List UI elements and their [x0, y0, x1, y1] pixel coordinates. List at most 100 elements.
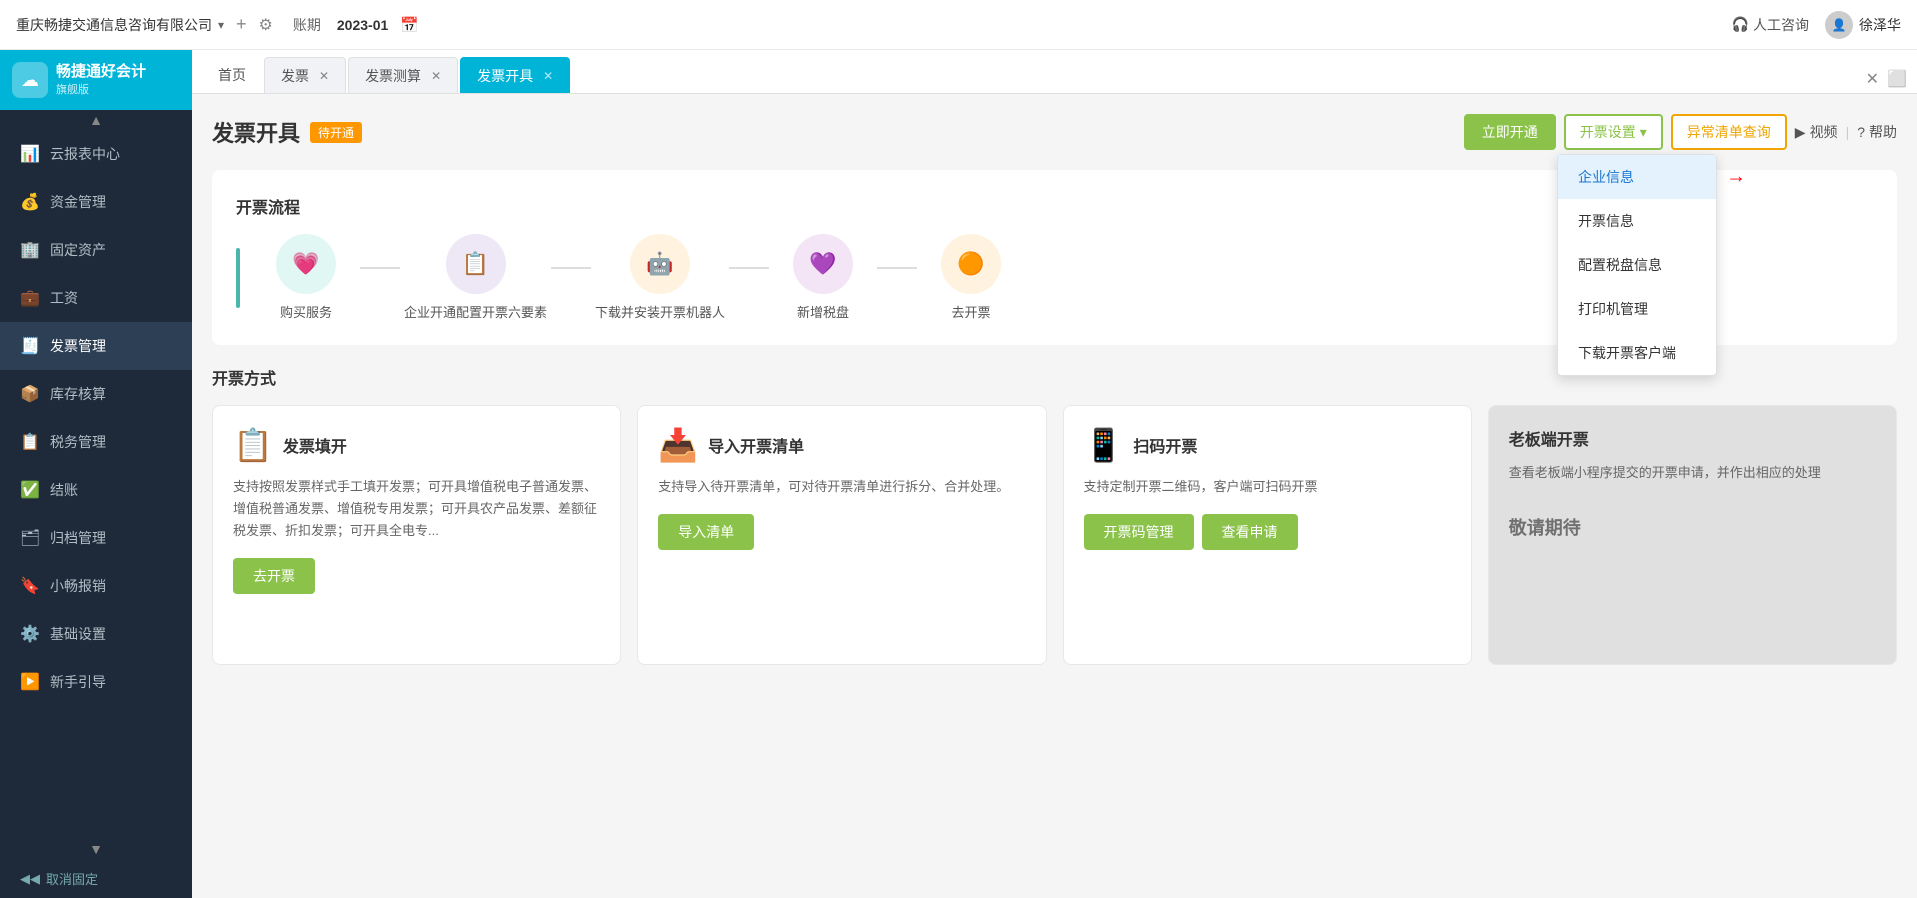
- card-header-boss: 老板端开票: [1509, 426, 1876, 450]
- page-area: 发票开具 待开通 立即开通 开票设置 ▾ 异常清单查询 ▶ 视频 |: [192, 94, 1917, 898]
- user-info[interactable]: 👤 徐泽华: [1825, 11, 1901, 39]
- close-fapiao-icon[interactable]: ✕: [319, 69, 329, 83]
- dropdown-item-qiyeinfo[interactable]: 企业信息 →: [1558, 155, 1716, 199]
- play-circle-icon: ▶: [1795, 124, 1806, 141]
- sidebar-label-guidang: 归档管理: [50, 528, 106, 548]
- sidebar-label-jiezhang: 结账: [50, 480, 78, 500]
- gear-icon: ⚙️: [20, 624, 40, 644]
- card-header-fill: 📋 发票填开: [233, 426, 600, 464]
- sidebar-item-shuiwu[interactable]: 📋 税务管理: [0, 418, 192, 466]
- billing-section: 开票方式 📋 发票填开 支持按照发票样式手工填开发票；可开具增值税电子普通发票、…: [212, 365, 1897, 665]
- anomaly-button[interactable]: 异常清单查询: [1671, 114, 1787, 150]
- user-name: 徐泽华: [1859, 15, 1901, 35]
- method-card-import: 📥 导入开票清单 支持导入待开票清单，可对待开票清单进行拆分、合并处理。 导入清…: [637, 405, 1046, 665]
- sidebar-item-kucun[interactable]: 📦 库存核算: [0, 370, 192, 418]
- dropdown-item-xiazai[interactable]: 下载开票客户端: [1558, 331, 1716, 375]
- scan-view-button[interactable]: 查看申请: [1202, 514, 1298, 550]
- period-label: 账期: [293, 15, 321, 35]
- tab-bar-right: ✕ ⬜: [1866, 69, 1907, 93]
- add-company-icon[interactable]: +: [236, 14, 247, 35]
- step3-icon: 🤖: [630, 234, 690, 294]
- boss-title: 老板端开票: [1509, 426, 1589, 450]
- help-button[interactable]: ? 帮助: [1857, 122, 1897, 142]
- sidebar-item-gudingzichan[interactable]: 🏢 固定资产: [0, 226, 192, 274]
- boss-desc: 查看老板端小程序提交的开票申请，并作出相应的处理: [1509, 462, 1876, 484]
- sidebar-label-fapiao: 发票管理: [50, 336, 106, 356]
- folder-icon: 🗂: [20, 528, 40, 548]
- sidebar-scroll-down[interactable]: ▼: [0, 839, 192, 859]
- sidebar-label-zijin: 资金管理: [50, 192, 106, 212]
- consult-button[interactable]: 🎧 人工咨询: [1732, 15, 1809, 35]
- import-button[interactable]: 导入清单: [658, 514, 754, 550]
- cancel-pin-button[interactable]: ◀◀ 取消固定: [0, 859, 192, 898]
- period-value: 2023-01: [337, 17, 388, 33]
- process-step-2: 📋 企业开通配置开票六要素: [404, 234, 547, 321]
- method-card-fill: 📋 发票填开 支持按照发票样式手工填开发票；可开具增值税电子普通发票、增值税普通…: [212, 405, 621, 665]
- close-cesuan-icon[interactable]: ✕: [431, 69, 441, 83]
- dropdown-item-dayinji[interactable]: 打印机管理: [1558, 287, 1716, 331]
- chevron-down-icon: ▾: [218, 18, 224, 32]
- sidebar-item-jichushezhi[interactable]: ⚙️ 基础设置: [0, 610, 192, 658]
- activate-button[interactable]: 立即开通: [1464, 114, 1556, 150]
- card-header-scan: 📱 扫码开票: [1084, 426, 1451, 464]
- sidebar-item-zijin[interactable]: 💰 资金管理: [0, 178, 192, 226]
- check-icon: ✅: [20, 480, 40, 500]
- building-icon: 🏢: [20, 240, 40, 260]
- tab-bar: 首页 发票 ✕ 发票测算 ✕ 发票开具 ✕ ✕ ⬜: [192, 50, 1917, 94]
- sidebar-scroll-up[interactable]: ▲: [0, 110, 192, 130]
- play-icon: ▶️: [20, 672, 40, 692]
- company-selector[interactable]: 重庆畅捷交通信息咨询有限公司 ▾: [16, 15, 224, 35]
- process-step-3: 🤖 下载并安装开票机器人: [595, 234, 725, 321]
- method-card-boss: 老板端开票 查看老板端小程序提交的开票申请，并作出相应的处理 敬请期待: [1488, 405, 1897, 665]
- pin-icon: ◀◀: [20, 871, 40, 887]
- sidebar-label-shuiwu: 税务管理: [50, 432, 106, 452]
- step-separator-3: [729, 267, 769, 269]
- tab-fapiao[interactable]: 发票 ✕: [264, 57, 346, 93]
- tab-kaiju[interactable]: 发票开具 ✕: [460, 57, 570, 93]
- receipt-icon: 🧾: [20, 336, 40, 356]
- chart-icon: 📊: [20, 144, 40, 164]
- sidebar-item-guidang[interactable]: 🗂 归档管理: [0, 514, 192, 562]
- maximize-icon[interactable]: ⬜: [1887, 69, 1907, 89]
- process-step-4: 💜 新增税盘: [773, 234, 873, 321]
- sidebar-item-fapiao[interactable]: 🧾 发票管理: [0, 322, 192, 370]
- scan-qr-button[interactable]: 开票码管理: [1084, 514, 1194, 550]
- process-step-1: 💗 购买服务: [256, 234, 356, 321]
- import-icon: 📥: [658, 426, 698, 464]
- header-actions: 立即开通 开票设置 ▾ 异常清单查询 ▶ 视频 | ? 帮助: [1464, 114, 1897, 150]
- sidebar-item-yunbao[interactable]: 📊 云报表中心: [0, 130, 192, 178]
- company-name: 重庆畅捷交通信息咨询有限公司: [16, 15, 212, 35]
- fill-goto-button[interactable]: 去开票: [233, 558, 315, 594]
- sidebar-item-gongzi[interactable]: 💼 工资: [0, 274, 192, 322]
- import-desc: 支持导入待开票清单，可对待开票清单进行拆分、合并处理。: [658, 476, 1025, 498]
- status-badge: 待开通: [310, 122, 362, 143]
- sidebar-label-yunbao: 云报表中心: [50, 144, 120, 164]
- sidebar-item-jiezhang[interactable]: ✅ 结账: [0, 466, 192, 514]
- settings-icon[interactable]: ⚙: [259, 15, 273, 35]
- tab-home[interactable]: 首页: [202, 57, 262, 93]
- sidebar-item-xiaochang[interactable]: 🔖 小畅报销: [0, 562, 192, 610]
- step-separator-1: [360, 267, 400, 269]
- headset-icon: 🎧: [1732, 16, 1749, 33]
- tab-cesuan[interactable]: 发票测算 ✕: [348, 57, 458, 93]
- sidebar-label-jichushezhi: 基础设置: [50, 624, 106, 644]
- sidebar-label-gongzi: 工资: [50, 288, 78, 308]
- step-separator-2: [551, 267, 591, 269]
- calendar-icon[interactable]: 📅: [400, 16, 419, 34]
- scan-icon: 📱: [1084, 426, 1124, 464]
- video-button[interactable]: ▶ 视频: [1795, 122, 1838, 142]
- nav-items: 📊 云报表中心 💰 资金管理 🏢 固定资产 💼 工资 🧾 发票管理 📦: [0, 130, 192, 839]
- import-title: 导入开票清单: [708, 433, 804, 457]
- sidebar: ☁ 畅捷通好会计 旗舰版 ▲ 📊 云报表中心 💰 资金管理 🏢 固定资产 💼: [0, 50, 192, 898]
- sidebar-item-xinshou[interactable]: ▶️ 新手引导: [0, 658, 192, 706]
- close-kaiju-icon[interactable]: ✕: [543, 69, 553, 83]
- close-window-icon[interactable]: ✕: [1866, 69, 1879, 89]
- fill-icon: 📋: [233, 426, 273, 464]
- main-content: 首页 发票 ✕ 发票测算 ✕ 发票开具 ✕ ✕ ⬜: [192, 50, 1917, 898]
- dropdown-item-peizhi[interactable]: 配置税盘信息: [1558, 243, 1716, 287]
- step2-icon: 📋: [446, 234, 506, 294]
- dropdown-item-kaipiao[interactable]: 开票信息: [1558, 199, 1716, 243]
- fill-title: 发票填开: [283, 433, 347, 457]
- sidebar-label-kucun: 库存核算: [50, 384, 106, 404]
- settings-button[interactable]: 开票设置 ▾: [1564, 114, 1663, 150]
